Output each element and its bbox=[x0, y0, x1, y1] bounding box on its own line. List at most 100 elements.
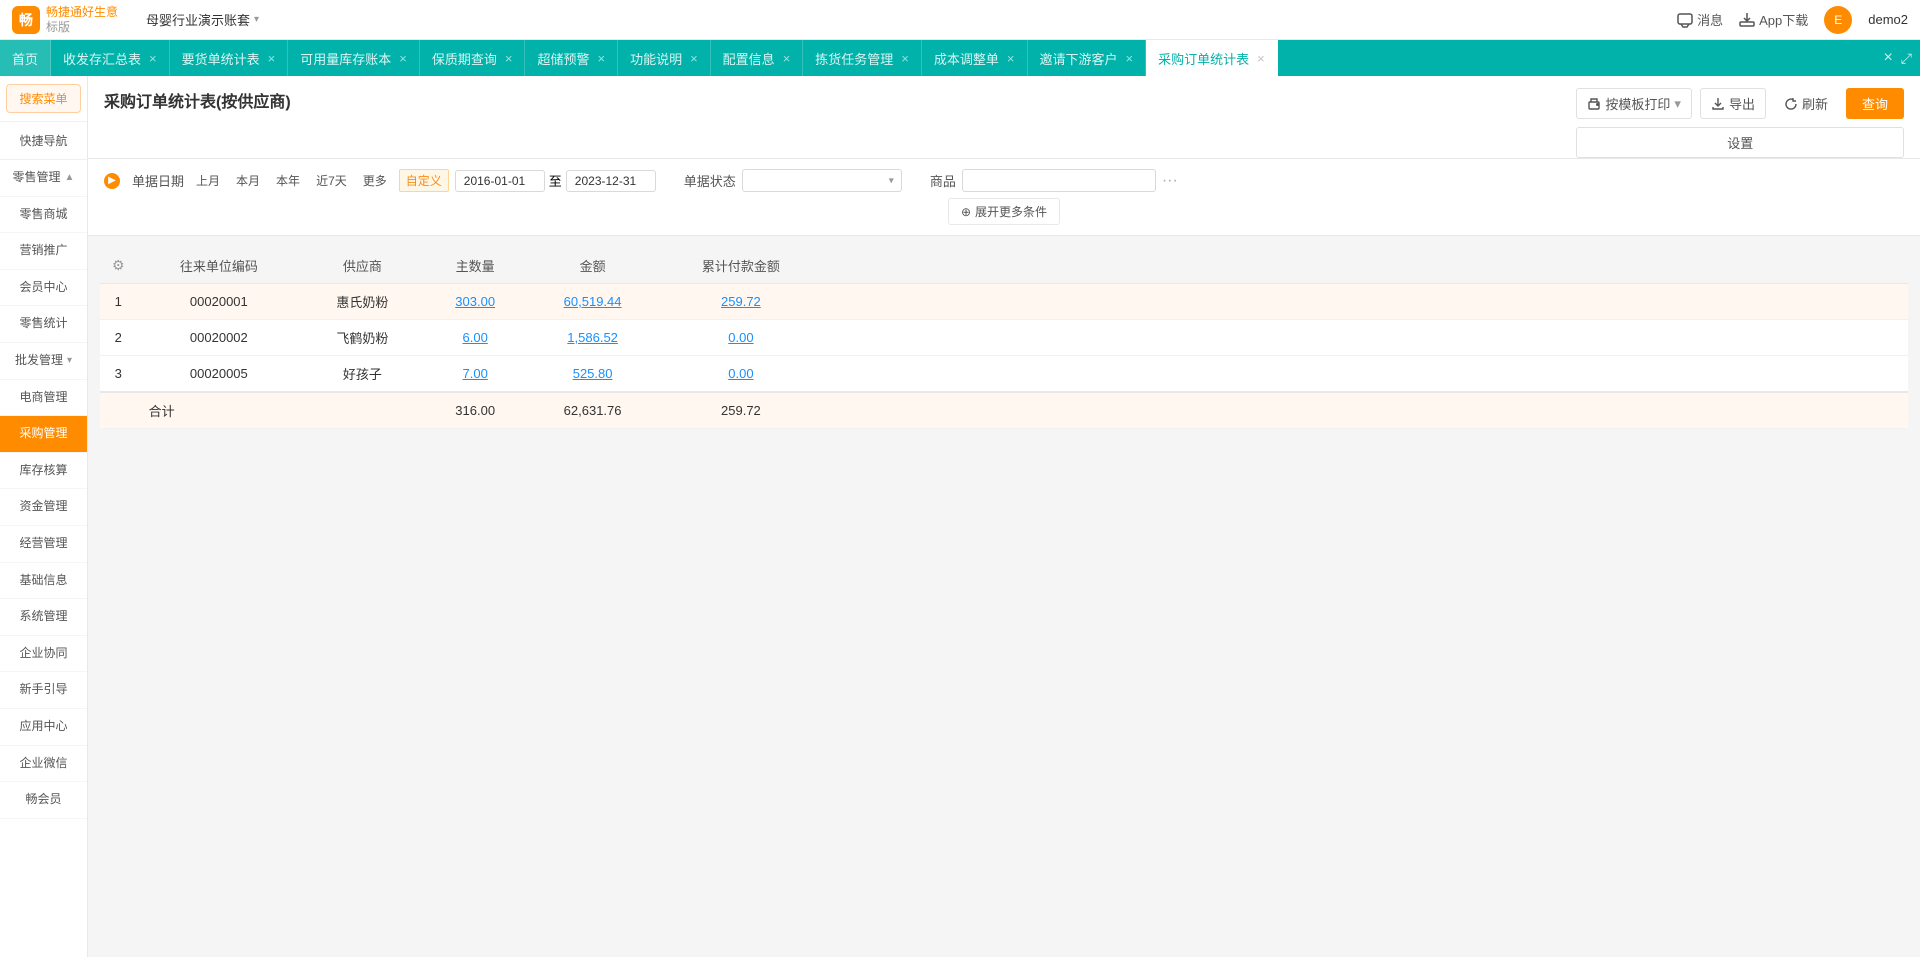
sidebar-nav-section: 快捷导航 bbox=[0, 122, 87, 160]
tab-expiry-query[interactable]: 保质期查询 × bbox=[420, 40, 526, 76]
row-2-qty[interactable]: 6.00 bbox=[424, 320, 527, 356]
sidebar-item-system-mgmt[interactable]: 系统管理 bbox=[0, 599, 87, 636]
footer-empty-1 bbox=[100, 392, 137, 429]
row-3-paid[interactable]: 0.00 bbox=[659, 356, 824, 393]
tab-order-stats[interactable]: 要货单统计表 × bbox=[170, 40, 289, 76]
nav-close-all-icon[interactable]: × bbox=[1883, 49, 1892, 67]
app-download-button[interactable]: App下载 bbox=[1739, 10, 1808, 29]
user-avatar: E bbox=[1824, 6, 1852, 34]
sidebar-item-newbie-guide[interactable]: 新手引导 bbox=[0, 672, 87, 709]
close-tab-expiry-query[interactable]: × bbox=[505, 51, 513, 66]
close-tab-order-stats[interactable]: × bbox=[268, 51, 276, 66]
row-1-qty[interactable]: 303.00 bbox=[424, 284, 527, 320]
filter-toggle-button[interactable]: ▶ bbox=[104, 173, 120, 189]
tab-config-info[interactable]: 配置信息 × bbox=[711, 40, 804, 76]
sidebar-item-retail-stats[interactable]: 零售统计 bbox=[0, 306, 87, 343]
sidebar-item-inventory-check[interactable]: 库存核算 bbox=[0, 453, 87, 490]
row-2-paid[interactable]: 0.00 bbox=[659, 320, 824, 356]
sidebar-item-operation-mgmt[interactable]: 经营管理 bbox=[0, 526, 87, 563]
row-num-1: 1 bbox=[100, 284, 137, 320]
table-row: 3 00020005 好孩子 7.00 525.80 0.00 bbox=[100, 356, 1908, 393]
close-tab-cost-adjust[interactable]: × bbox=[1007, 51, 1015, 66]
tab-stock-summary[interactable]: 收发存汇总表 × bbox=[51, 40, 170, 76]
print-button[interactable]: 按模板打印 ▾ bbox=[1576, 88, 1692, 119]
close-tab-available-stock[interactable]: × bbox=[399, 51, 407, 66]
workspace-selector[interactable]: 母婴行业演示账套 ▾ bbox=[146, 10, 259, 29]
shortcut-this-month[interactable]: 本月 bbox=[230, 170, 266, 191]
export-button[interactable]: 导出 bbox=[1700, 88, 1766, 119]
close-tab-overstock-warning[interactable]: × bbox=[597, 51, 605, 66]
sidebar-item-app-center[interactable]: 应用中心 bbox=[0, 709, 87, 746]
sidebar-item-retail-shop[interactable]: 零售商城 bbox=[0, 197, 87, 234]
col-qty: 主数量 bbox=[424, 248, 527, 284]
nav-expand-icon[interactable]: ⤢ bbox=[1901, 50, 1912, 67]
query-button[interactable]: 查询 bbox=[1846, 88, 1904, 119]
tab-available-stock[interactable]: 可用量库存账本 × bbox=[288, 40, 420, 76]
sidebar-quick-nav[interactable]: 快捷导航 bbox=[4, 128, 83, 153]
sidebar-item-retail-mgmt[interactable]: 零售管理 ▲ bbox=[0, 160, 87, 197]
tab-cost-adjust[interactable]: 成本调整单 × bbox=[922, 40, 1028, 76]
sidebar-search-button[interactable]: 搜索菜单 bbox=[6, 84, 81, 113]
sidebar-item-member-center[interactable]: 会员中心 bbox=[0, 270, 87, 307]
date-from-input[interactable] bbox=[455, 170, 545, 192]
shortcut-more[interactable]: 更多 bbox=[357, 170, 393, 191]
date-to-input[interactable] bbox=[566, 170, 656, 192]
sidebar-item-member-pro[interactable]: 畅会员 bbox=[0, 782, 87, 819]
status-select[interactable] bbox=[742, 169, 902, 192]
footer-extra bbox=[823, 392, 1908, 429]
close-tab-config-info[interactable]: × bbox=[783, 51, 791, 66]
close-tab-function-desc[interactable]: × bbox=[690, 51, 698, 66]
close-tab-pick-task[interactable]: × bbox=[901, 51, 909, 66]
nav-tabs-controls: × ⤢ bbox=[1875, 40, 1920, 76]
row-3-code: 00020005 bbox=[137, 356, 302, 393]
sidebar: 搜索菜单 快捷导航 零售管理 ▲ 零售商城 营销推广 会员中心 零售统计 批发管… bbox=[0, 76, 88, 957]
tab-purchase-order-stats[interactable]: 采购订单统计表 × bbox=[1146, 40, 1278, 76]
shortcut-last-month[interactable]: 上月 bbox=[190, 170, 226, 191]
row-1-amount[interactable]: 60,519.44 bbox=[527, 284, 659, 320]
expand-more-filters-button[interactable]: ⊕ 展开更多条件 bbox=[948, 198, 1060, 225]
close-tab-stock-summary[interactable]: × bbox=[149, 51, 157, 66]
shortcut-7-days[interactable]: 近7天 bbox=[310, 170, 353, 191]
printer-icon bbox=[1587, 97, 1601, 111]
sidebar-item-basic-info[interactable]: 基础信息 bbox=[0, 563, 87, 600]
goods-filter-input[interactable] bbox=[962, 169, 1156, 192]
print-dropdown-icon: ▾ bbox=[1674, 96, 1681, 112]
user-name[interactable]: demo2 bbox=[1868, 12, 1908, 27]
row-3-amount[interactable]: 525.80 bbox=[527, 356, 659, 393]
sidebar-item-purchase-mgmt[interactable]: 采购管理 bbox=[0, 416, 87, 453]
tab-overstock-warning[interactable]: 超储预警 × bbox=[525, 40, 618, 76]
export-icon bbox=[1711, 97, 1725, 111]
row-1-paid[interactable]: 259.72 bbox=[659, 284, 824, 320]
tab-function-desc[interactable]: 功能说明 × bbox=[618, 40, 711, 76]
refresh-button[interactable]: 刷新 bbox=[1774, 89, 1838, 118]
sidebar-item-marketing[interactable]: 营销推广 bbox=[0, 233, 87, 270]
logo-text: 畅捷通好生意 标版 bbox=[46, 5, 118, 34]
custom-date-tag: 自定义 bbox=[399, 169, 449, 192]
top-bar-right: 消息 App下载 E demo2 bbox=[1677, 6, 1908, 34]
tab-invite-customer[interactable]: 邀请下游客户 × bbox=[1028, 40, 1147, 76]
row-3-qty[interactable]: 7.00 bbox=[424, 356, 527, 393]
settings-button[interactable]: 设置 bbox=[1576, 127, 1904, 158]
goods-filter-label: 商品 bbox=[930, 171, 956, 190]
shortcut-this-year[interactable]: 本年 bbox=[270, 170, 306, 191]
sidebar-item-wholesale-mgmt[interactable]: 批发管理 ▾ bbox=[0, 343, 87, 380]
footer-amount: 62,631.76 bbox=[527, 392, 659, 429]
table-header-row: ⚙ 往来单位编码 供应商 主数量 金额 累计付款金额 bbox=[100, 248, 1908, 284]
row-2-amount[interactable]: 1,586.52 bbox=[527, 320, 659, 356]
filter-area: ▶ 单据日期 上月 本月 本年 近7天 更多 自定义 至 bbox=[88, 159, 1920, 236]
column-settings-icon[interactable]: ⚙ bbox=[112, 257, 125, 273]
sidebar-item-finance-mgmt[interactable]: 资金管理 bbox=[0, 489, 87, 526]
main-layout: 搜索菜单 快捷导航 零售管理 ▲ 零售商城 营销推广 会员中心 零售统计 批发管… bbox=[0, 76, 1920, 957]
tab-pick-task[interactable]: 拣货任务管理 × bbox=[803, 40, 922, 76]
tab-home[interactable]: 首页 bbox=[0, 40, 51, 76]
sidebar-item-enterprise-collab[interactable]: 企业协同 bbox=[0, 636, 87, 673]
close-tab-invite-customer[interactable]: × bbox=[1126, 51, 1134, 66]
sidebar-item-ecommerce-mgmt[interactable]: 电商管理 bbox=[0, 380, 87, 417]
workspace-dropdown-icon: ▾ bbox=[254, 14, 259, 25]
date-filter-group: 单据日期 上月 本月 本年 近7天 更多 自定义 至 bbox=[132, 169, 656, 192]
message-button[interactable]: 消息 bbox=[1677, 10, 1723, 29]
close-tab-purchase-order-stats[interactable]: × bbox=[1257, 51, 1265, 66]
goods-more-icon[interactable]: ··· bbox=[1162, 172, 1178, 190]
goods-filter-group: 商品 ··· bbox=[930, 169, 1178, 192]
sidebar-item-enterprise-wechat[interactable]: 企业微信 bbox=[0, 746, 87, 783]
